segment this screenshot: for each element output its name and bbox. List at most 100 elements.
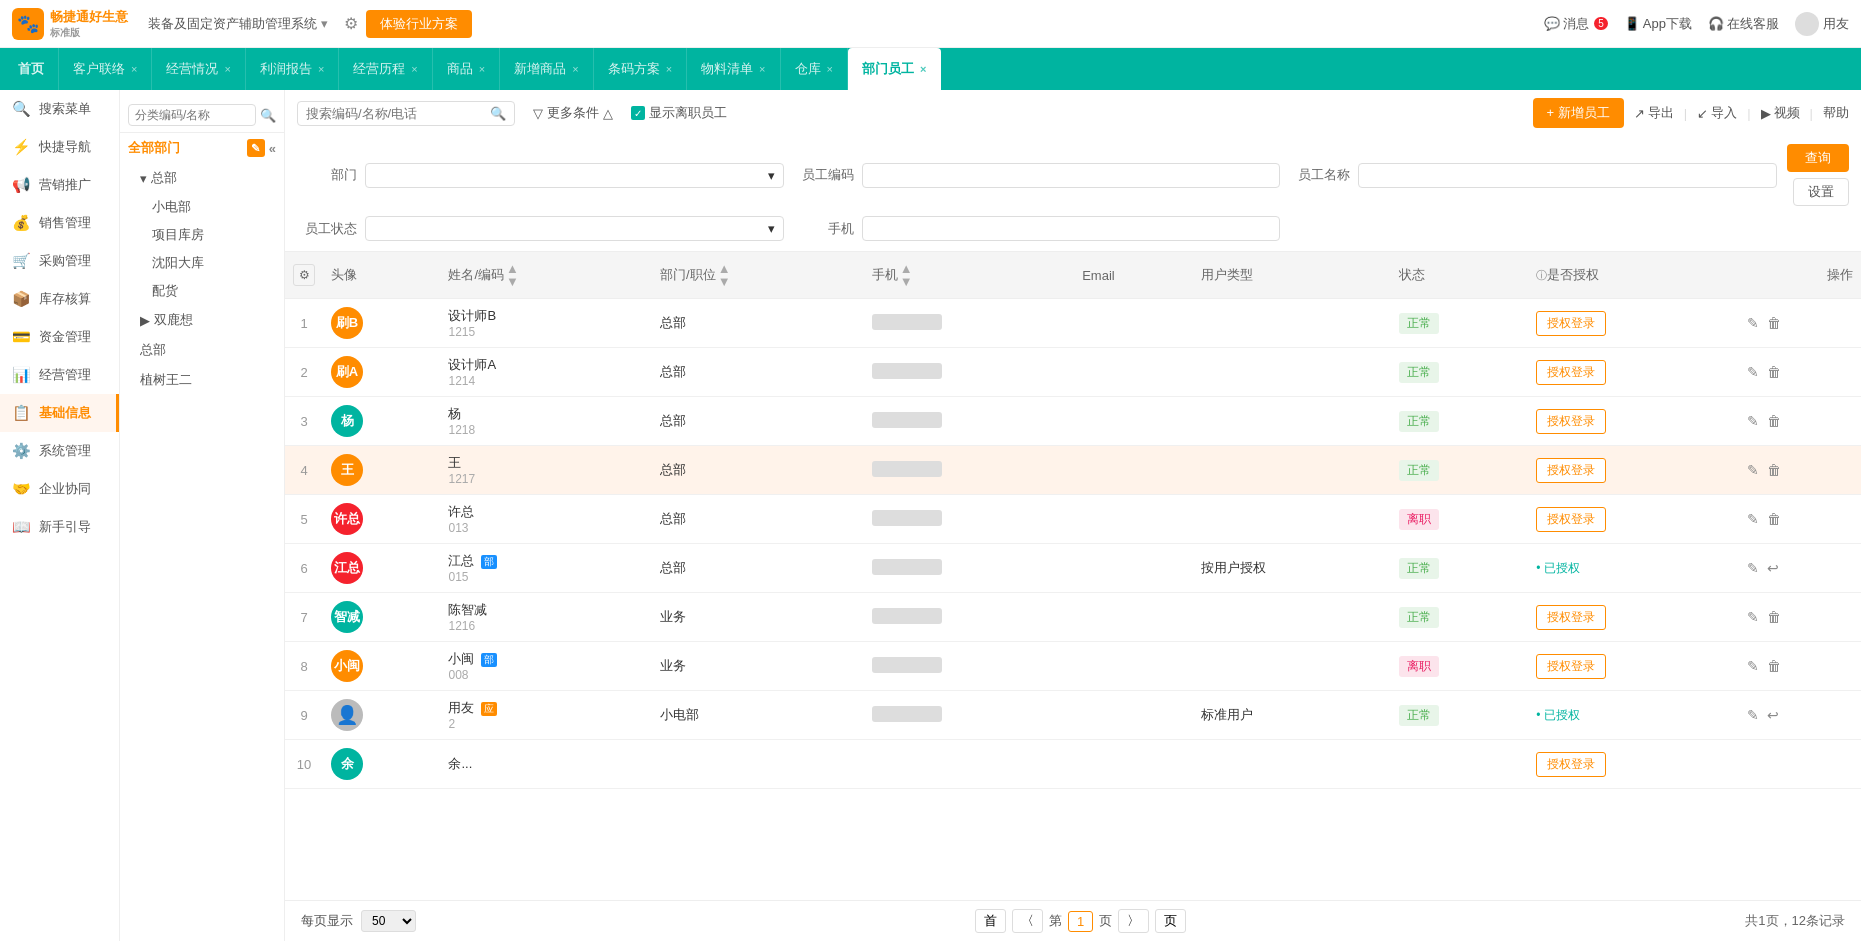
close-operations-icon[interactable]: ×: [224, 63, 230, 75]
edit-icon[interactable]: ✎: [1747, 511, 1759, 527]
auth-btn[interactable]: 授权登录: [1536, 409, 1606, 434]
edit-icon[interactable]: ✎: [1747, 658, 1759, 674]
edit-icon[interactable]: ✎: [1747, 364, 1759, 380]
tab-customers[interactable]: 客户联络 ×: [59, 48, 152, 90]
sidebar-item-search[interactable]: 🔍 搜索菜单: [0, 90, 119, 128]
edit-icon[interactable]: ✎: [1747, 462, 1759, 478]
sidebar-item-finance[interactable]: 💳 资金管理: [0, 318, 119, 356]
dept-search-icon[interactable]: 🔍: [260, 108, 276, 123]
dept-search-input[interactable]: [128, 104, 256, 126]
emp-code-input[interactable]: [862, 163, 1281, 188]
dept-item-shuanglu[interactable]: ▶ 双鹿想: [120, 305, 284, 335]
edit-icon[interactable]: ✎: [1747, 413, 1759, 429]
sidebar-item-sales[interactable]: 💰 销售管理: [0, 204, 119, 242]
sidebar-item-mgmt[interactable]: 📊 经营管理: [0, 356, 119, 394]
close-dept-staff-icon[interactable]: ×: [920, 63, 926, 75]
tab-operations[interactable]: 经营情况 ×: [152, 48, 245, 90]
dept-subitem-project[interactable]: 项目库房: [120, 221, 284, 249]
close-customers-icon[interactable]: ×: [131, 63, 137, 75]
dept-item-general[interactable]: ▾ 总部: [120, 163, 284, 193]
status-filter-select[interactable]: ▾: [365, 216, 784, 241]
auth-btn[interactable]: 授权登录: [1536, 654, 1606, 679]
dropdown-chevron-icon[interactable]: ▾: [321, 16, 328, 31]
tab-bom[interactable]: 物料清单 ×: [687, 48, 780, 90]
online-service-btn[interactable]: 🎧 在线客服: [1708, 15, 1779, 33]
dept-edit-icon[interactable]: ✎: [247, 139, 265, 157]
edit-icon[interactable]: ✎: [1747, 315, 1759, 331]
export-btn[interactable]: ↗ 导出: [1634, 104, 1674, 122]
dept-all-header[interactable]: 全部部门 ✎ «: [120, 133, 284, 163]
tab-add-goods[interactable]: 新增商品 ×: [500, 48, 593, 90]
auth-btn[interactable]: 授权登录: [1536, 360, 1606, 385]
delete-icon[interactable]: 🗑: [1767, 609, 1781, 625]
sidebar-item-basic[interactable]: 📋 基础信息: [0, 394, 119, 432]
show-resigned-checkbox[interactable]: ✓: [631, 106, 645, 120]
dept-subitem-shenyang[interactable]: 沈阳大库: [120, 249, 284, 277]
dept-collapse-btn[interactable]: «: [269, 141, 276, 156]
tab-profit[interactable]: 利润报告 ×: [246, 48, 339, 90]
app-download-btn[interactable]: 📱 App下载: [1624, 15, 1692, 33]
delete-icon[interactable]: ↩: [1767, 560, 1779, 576]
delete-icon[interactable]: 🗑: [1767, 462, 1781, 478]
th-dept-sort[interactable]: 部门/职位 ▲▼: [660, 262, 856, 288]
tab-warehouse[interactable]: 仓库 ×: [781, 48, 848, 90]
emp-name-input[interactable]: [1358, 163, 1777, 188]
close-goods-icon[interactable]: ×: [479, 63, 485, 75]
user-avatar[interactable]: 用友: [1795, 12, 1849, 36]
add-employee-btn[interactable]: + 新增员工: [1533, 98, 1624, 128]
column-settings-icon[interactable]: ⚙: [293, 264, 315, 286]
settings-gear-icon[interactable]: ⚙: [344, 14, 358, 33]
first-page-btn[interactable]: 首: [975, 909, 1006, 933]
import-btn[interactable]: ↙ 导入: [1697, 104, 1737, 122]
dept-subitem-peihua[interactable]: 配货: [120, 277, 284, 305]
delete-icon[interactable]: 🗑: [1767, 413, 1781, 429]
auth-btn[interactable]: 授权登录: [1536, 458, 1606, 483]
dept-item-zhishu[interactable]: 植树王二: [120, 365, 284, 395]
delete-icon[interactable]: 🗑: [1767, 364, 1781, 380]
search-icon[interactable]: 🔍: [490, 106, 506, 121]
close-history-icon[interactable]: ×: [411, 63, 417, 75]
search-input[interactable]: [306, 106, 486, 121]
edit-icon[interactable]: ✎: [1747, 609, 1759, 625]
auth-btn[interactable]: 授权登录: [1536, 605, 1606, 630]
tab-barcode[interactable]: 条码方案 ×: [594, 48, 687, 90]
sidebar-item-purchase[interactable]: 🛒 采购管理: [0, 242, 119, 280]
sidebar-item-inventory[interactable]: 📦 库存核算: [0, 280, 119, 318]
close-profit-icon[interactable]: ×: [318, 63, 324, 75]
more-filters-btn[interactable]: ▽ 更多条件 △: [525, 100, 621, 126]
sidebar-item-marketing[interactable]: 📢 营销推广: [0, 166, 119, 204]
message-btn[interactable]: 💬 消息 5: [1544, 15, 1608, 33]
prev-page-btn[interactable]: 〈: [1012, 909, 1043, 933]
trial-button[interactable]: 体验行业方案: [366, 10, 472, 38]
edit-icon[interactable]: ✎: [1747, 707, 1759, 723]
dept-item-zongbu[interactable]: 总部: [120, 335, 284, 365]
delete-icon[interactable]: 🗑: [1767, 315, 1781, 331]
phone-input[interactable]: [862, 216, 1281, 241]
delete-icon[interactable]: ↩: [1767, 707, 1779, 723]
per-page-select[interactable]: 50 100: [361, 910, 416, 932]
tab-goods[interactable]: 商品 ×: [433, 48, 500, 90]
close-barcode-icon[interactable]: ×: [666, 63, 672, 75]
last-page-btn[interactable]: 页: [1155, 909, 1186, 933]
close-warehouse-icon[interactable]: ×: [827, 63, 833, 75]
search-btn[interactable]: 查询: [1787, 144, 1849, 172]
tab-home[interactable]: 首页: [4, 48, 59, 90]
reset-btn[interactable]: 设置: [1793, 178, 1849, 206]
sidebar-item-nav[interactable]: ⚡ 快捷导航: [0, 128, 119, 166]
tab-history[interactable]: 经营历程 ×: [339, 48, 432, 90]
th-phone-sort[interactable]: 手机 ▲▼: [872, 262, 1066, 288]
delete-icon[interactable]: 🗑: [1767, 658, 1781, 674]
delete-icon[interactable]: 🗑: [1767, 511, 1781, 527]
dept-filter-select[interactable]: ▾: [365, 163, 784, 188]
next-page-btn[interactable]: 〉: [1118, 909, 1149, 933]
auth-btn[interactable]: 授权登录: [1536, 311, 1606, 336]
video-btn[interactable]: ▶ 视频: [1761, 104, 1800, 122]
edit-icon[interactable]: ✎: [1747, 560, 1759, 576]
close-add-goods-icon[interactable]: ×: [572, 63, 578, 75]
sidebar-item-collab[interactable]: 🤝 企业协同: [0, 470, 119, 508]
th-name-sort[interactable]: 姓名/编码 ▲▼: [448, 262, 644, 288]
close-bom-icon[interactable]: ×: [759, 63, 765, 75]
auth-btn[interactable]: 授权登录: [1536, 752, 1606, 777]
sidebar-item-guide[interactable]: 📖 新手引导: [0, 508, 119, 546]
help-btn[interactable]: 帮助: [1823, 104, 1849, 122]
